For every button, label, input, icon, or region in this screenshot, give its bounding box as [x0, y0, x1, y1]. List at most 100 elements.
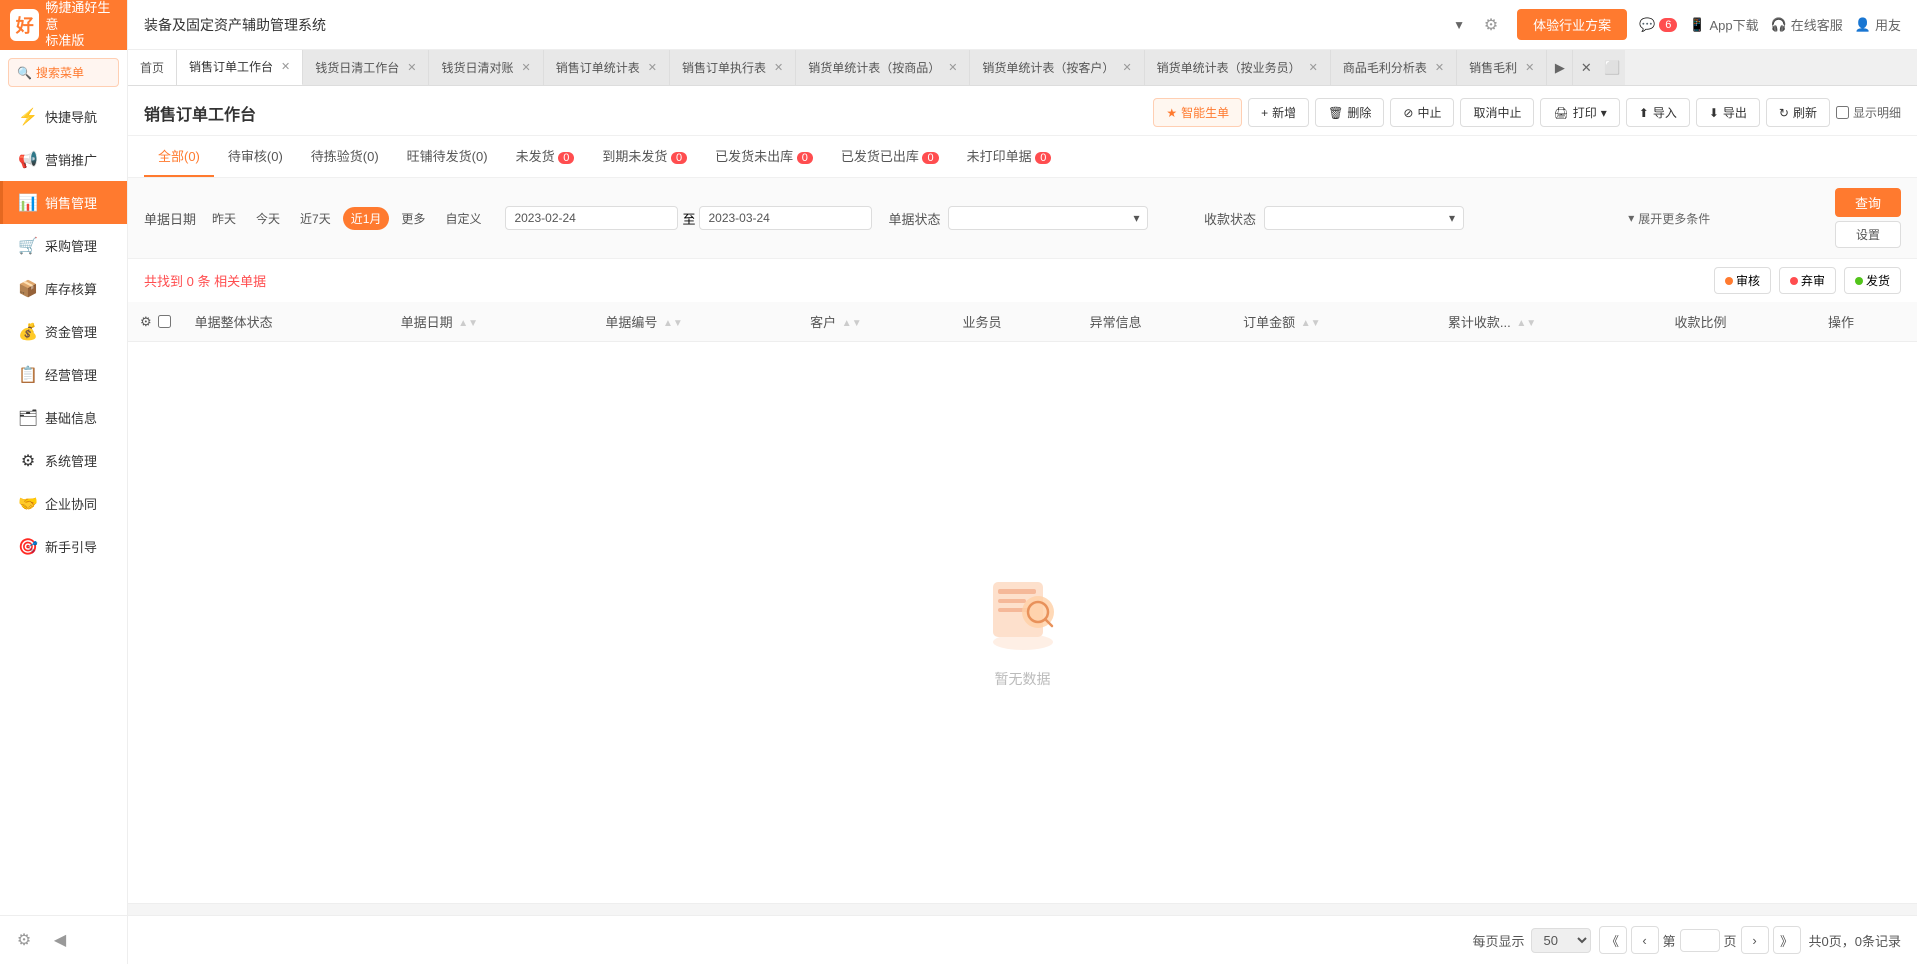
tab-sales-by-product[interactable]: 销货单统计表（按商品） ✕ [796, 50, 970, 86]
tab-sales-exec[interactable]: 销售订单执行表 ✕ [670, 50, 796, 86]
expand-more-btn[interactable]: ▾ 展开更多条件 [1628, 210, 1710, 227]
dropdown-btn[interactable]: ▼ [1453, 18, 1465, 32]
tab-close-icon[interactable]: ✕ [1525, 61, 1534, 74]
industry-solution-button[interactable]: 体验行业方案 [1517, 9, 1627, 40]
shortcut-more[interactable]: 更多 [393, 207, 433, 230]
tab-close-icon[interactable]: ✕ [948, 61, 957, 74]
shortcut-yesterday[interactable]: 昨天 [204, 207, 244, 230]
review-btn[interactable]: 审核 [1714, 267, 1771, 294]
sort-icon[interactable]: ▲▼ [1301, 319, 1321, 329]
sidebar-item-system[interactable]: ⚙ 系统管理 [0, 439, 127, 482]
sidebar-item-quick-nav[interactable]: ⚡ 快捷导航 [0, 95, 127, 138]
tab-close-icon[interactable]: ✕ [522, 61, 531, 74]
filter-tab-all[interactable]: 全部(0) [144, 136, 214, 177]
tab-more-btn[interactable]: ▶ [1547, 50, 1573, 86]
page-nav: 《 ‹ 第 1 页 › 》 [1599, 926, 1801, 954]
sidebar-item-guide[interactable]: 🎯 新手引导 [0, 525, 127, 568]
filter-tab-pending-inspect[interactable]: 待拣验货(0) [297, 136, 393, 177]
export-button[interactable]: ⬇ 导出 [1696, 98, 1760, 127]
filter-tab-shipped-not-out[interactable]: 已发货未出库 0 [701, 136, 827, 177]
tab-cash-daily[interactable]: 钱货日清工作台 ✕ [303, 50, 429, 86]
shortcut-7days[interactable]: 近7天 [292, 207, 339, 230]
tab-close-icon[interactable]: ✕ [1435, 61, 1444, 74]
date-from-input[interactable] [505, 206, 678, 230]
sidebar-collapse-btn[interactable]: ◀ [46, 926, 74, 954]
message-btn[interactable]: 💬 6 [1639, 17, 1677, 33]
sidebar-item-basic-info[interactable]: 🗂 基础信息 [0, 396, 127, 439]
sidebar-item-marketing[interactable]: 📢 营销推广 [0, 138, 127, 181]
prev-page-btn[interactable]: ‹ [1631, 926, 1659, 954]
page-number-input[interactable]: 1 [1680, 929, 1720, 952]
tab-close-icon[interactable]: ✕ [281, 60, 290, 73]
add-button[interactable]: + 新增 [1248, 98, 1309, 127]
select-all-checkbox[interactable] [158, 315, 171, 328]
filter-tab-shipped-out[interactable]: 已发货已出库 0 [827, 136, 953, 177]
tab-sales-by-customer[interactable]: 销货单统计表（按客户） ✕ [970, 50, 1144, 86]
filter-tab-unprinted[interactable]: 未打印单据 0 [953, 136, 1066, 177]
last-page-btn[interactable]: 》 [1773, 926, 1801, 954]
sidebar-item-purchase[interactable]: 🛒 采购管理 [0, 224, 127, 267]
next-page-btn[interactable]: › [1741, 926, 1769, 954]
tab-close-icon[interactable]: ✕ [1309, 61, 1318, 74]
tab-gross-margin[interactable]: 商品毛利分析表 ✕ [1331, 50, 1457, 86]
app-download-btn[interactable]: 📱 App下载 [1689, 15, 1758, 34]
discard-review-btn[interactable]: 弃审 [1779, 267, 1836, 294]
delete-button[interactable]: 🗑 删除 [1315, 98, 1384, 127]
status-select[interactable]: ▾ [948, 206, 1148, 230]
tab-close-icon[interactable]: ✕ [1122, 61, 1131, 74]
cancel-stop-button[interactable]: 取消中止 [1460, 98, 1534, 127]
search-menu-button[interactable]: 🔍 搜索菜单 [8, 58, 119, 87]
query-button[interactable]: 查询 [1835, 188, 1901, 217]
sidebar-item-inventory[interactable]: 📦 库存核算 [0, 267, 127, 310]
sidebar-settings-btn[interactable]: ⚙ [10, 926, 38, 954]
filter-tab-unshipped[interactable]: 未发货 0 [502, 136, 589, 177]
sort-icon[interactable]: ▲▼ [663, 319, 683, 329]
page-size-select[interactable]: 50 100 200 [1531, 928, 1591, 953]
tab-sales-by-staff[interactable]: 销货单统计表（按业务员） ✕ [1145, 50, 1331, 86]
sidebar-item-cooperation[interactable]: 🤝 企业协同 [0, 482, 127, 525]
th-number: 单据编号 ▲▼ [593, 302, 798, 342]
import-button[interactable]: ⬆ 导入 [1626, 98, 1690, 127]
shortcut-custom[interactable]: 自定义 [437, 207, 489, 230]
tab-close-icon[interactable]: ✕ [648, 61, 657, 74]
ship-btn[interactable]: 发货 [1844, 267, 1901, 294]
user-avatar[interactable]: 👤 用友 [1855, 15, 1901, 34]
first-page-btn[interactable]: 《 [1599, 926, 1627, 954]
sort-icon[interactable]: ▲▼ [842, 319, 862, 329]
tab-home[interactable]: 首页 [128, 50, 177, 86]
tab-close-icon[interactable]: ✕ [774, 61, 783, 74]
sidebar-item-finance[interactable]: 💰 资金管理 [0, 310, 127, 353]
shortcut-1month[interactable]: 近1月 [343, 207, 390, 230]
chevron-down-icon: ▾ [1133, 211, 1139, 225]
tab-sales-profit[interactable]: 销售毛利 ✕ [1457, 50, 1547, 86]
settings-button[interactable]: 设置 [1835, 221, 1901, 248]
sort-icon[interactable]: ▲▼ [458, 319, 478, 329]
smart-gen-button[interactable]: ★ 智能生单 [1153, 98, 1242, 127]
show-detail-label[interactable]: 显示明细 [1836, 104, 1901, 121]
sort-icon[interactable]: ▲▼ [1516, 319, 1536, 329]
stop-button[interactable]: ⊘ 中止 [1390, 98, 1454, 127]
settings-icon[interactable]: ⚙ [1477, 11, 1505, 39]
filter-tab-overdue-unshipped[interactable]: 到期未发货 0 [588, 136, 701, 177]
settings-col-icon[interactable]: ⚙ [140, 314, 152, 330]
filter-tab-pending-review[interactable]: 待审核(0) [214, 136, 297, 177]
tab-close-all-btn[interactable]: ✕ [1573, 50, 1599, 86]
tab-maximize-btn[interactable]: ⬜ [1599, 50, 1625, 86]
date-to-input[interactable] [699, 206, 872, 230]
online-service-btn[interactable]: 🎧 在线客服 [1771, 15, 1843, 34]
sidebar-item-operations[interactable]: 📋 经营管理 [0, 353, 127, 396]
tab-sales-stats[interactable]: 销售订单统计表 ✕ [544, 50, 670, 86]
refresh-button[interactable]: ↻ 刷新 [1766, 98, 1830, 127]
payment-select[interactable]: ▾ [1264, 206, 1464, 230]
filter-tab-wangpu-ship[interactable]: 旺铺待发货(0) [393, 136, 502, 177]
shortcut-today[interactable]: 今天 [248, 207, 288, 230]
tab-close-icon[interactable]: ✕ [407, 61, 416, 74]
topbar: 装备及固定资产辅助管理系统 ▼ ⚙ 体验行业方案 💬 6 📱 App下载 🎧 在… [128, 0, 1917, 50]
sidebar-item-sales[interactable]: 📊 销售管理 [0, 181, 127, 224]
export-icon: ⬇ [1709, 106, 1719, 120]
tab-cash-reconcile[interactable]: 钱货日清对账 ✕ [429, 50, 543, 86]
tab-sales-workbench[interactable]: 销售订单工作台 ✕ [177, 50, 303, 86]
print-button[interactable]: 🖨 打印 ▾ [1540, 98, 1619, 127]
show-detail-checkbox[interactable] [1836, 106, 1849, 119]
horizontal-scrollbar[interactable] [128, 903, 1917, 915]
